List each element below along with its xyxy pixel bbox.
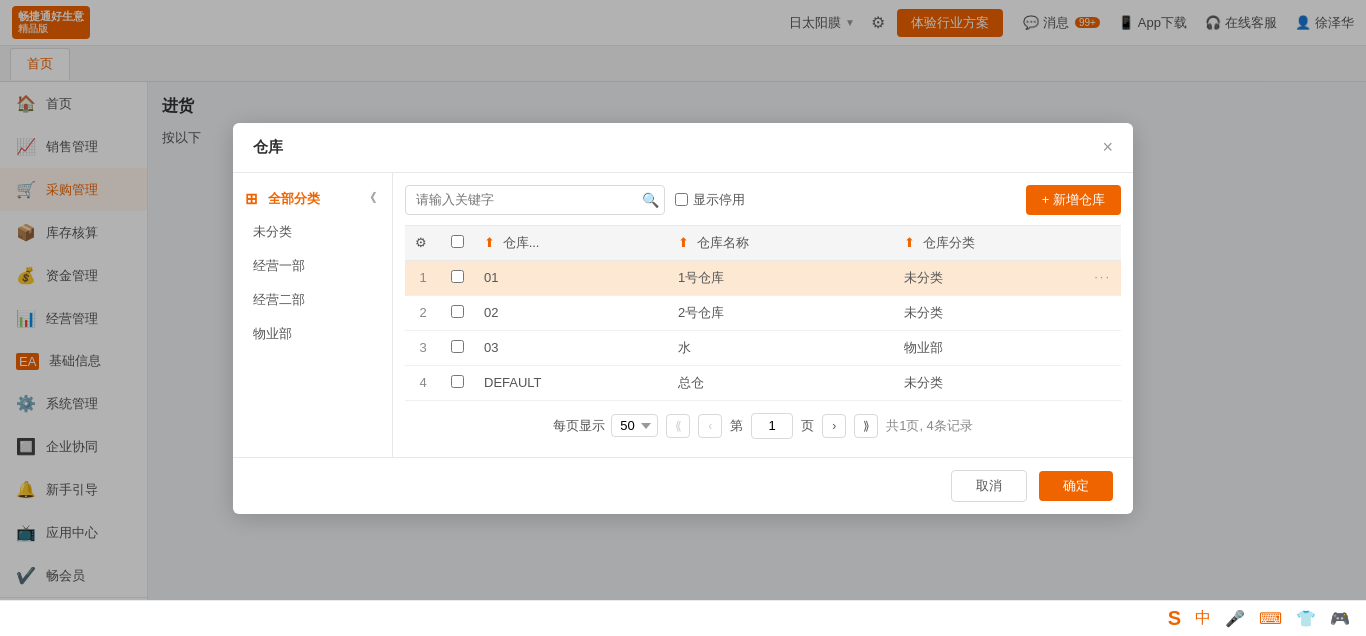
category-header-label: 全部分类 [268, 190, 320, 208]
grid-icon: ⊞ [245, 190, 258, 208]
keyboard-icon[interactable]: ⌨ [1259, 609, 1282, 628]
th-code: ⬆ 仓库... [474, 225, 668, 260]
show-disabled-toggle[interactable]: 显示停用 [675, 191, 745, 209]
row-2-name: 2号仓库 [668, 295, 895, 330]
row-3-checkbox[interactable] [441, 330, 474, 365]
table-row[interactable]: 2 02 2号仓库 未分类 [405, 295, 1121, 330]
row-3-num: 3 [405, 330, 441, 365]
page-next-button[interactable]: › [822, 414, 846, 438]
sogou-icon[interactable]: S [1168, 607, 1181, 630]
bottom-taskbar: S 中 🎤 ⌨ 👕 🎮 [0, 600, 1366, 636]
category-item-biz2[interactable]: 经营二部 [233, 283, 392, 317]
row-1-dots[interactable]: ··· [1094, 269, 1111, 284]
sort-icon-code: ⬆ [484, 235, 495, 250]
game-icon[interactable]: 🎮 [1330, 609, 1350, 628]
category-collapse-button[interactable]: 《 [360, 189, 380, 209]
category-item-biz1[interactable]: 经营一部 [233, 249, 392, 283]
row-4-category: 未分类 [894, 365, 1121, 400]
table-row[interactable]: 1 01 1号仓库 未分类 ··· [405, 260, 1121, 295]
skin-icon[interactable]: 👕 [1296, 609, 1316, 628]
page-first-button[interactable]: ⟪ [666, 414, 690, 438]
page-unit: 页 [801, 417, 814, 435]
category-header: ⊞ 全部分类 《 [233, 183, 392, 215]
row-1-name: 1号仓库 [668, 260, 895, 295]
row-4-cb[interactable] [451, 375, 464, 388]
modal-header: 仓库 × [233, 123, 1133, 173]
warehouse-table: ⚙ ⬆ 仓库... ⬆ 仓库名称 [405, 225, 1121, 401]
sort-icon-name: ⬆ [678, 235, 689, 250]
category-panel: ⊞ 全部分类 《 未分类 经营一部 经营二部 物业部 [233, 173, 393, 457]
th-gear: ⚙ [405, 225, 441, 260]
microphone-icon[interactable]: 🎤 [1225, 609, 1245, 628]
per-page-selector: 每页显示 50 [553, 414, 658, 437]
row-1-checkbox[interactable] [441, 260, 474, 295]
table-head: ⚙ ⬆ 仓库... ⬆ 仓库名称 [405, 225, 1121, 260]
page-last-button[interactable]: ⟫ [854, 414, 878, 438]
pagination-total: 共1页, 4条记录 [886, 417, 973, 435]
row-2-num: 2 [405, 295, 441, 330]
row-3-code: 03 [474, 330, 668, 365]
modal-footer: 取消 确定 [233, 457, 1133, 514]
row-4-checkbox[interactable] [441, 365, 474, 400]
sort-icon-category: ⬆ [904, 235, 915, 250]
modal-body: ⊞ 全部分类 《 未分类 经营一部 经营二部 物业部 [233, 173, 1133, 457]
show-disabled-label: 显示停用 [693, 191, 745, 209]
per-page-label: 每页显示 [553, 417, 605, 435]
row-1-code: 01 [474, 260, 668, 295]
row-4-num: 4 [405, 365, 441, 400]
row-2-category: 未分类 [894, 295, 1121, 330]
warehouse-modal: 仓库 × ⊞ 全部分类 《 未分类 经营一部 [233, 123, 1133, 514]
table-row[interactable]: 3 03 水 物业部 [405, 330, 1121, 365]
search-input[interactable] [405, 185, 665, 215]
row-2-checkbox[interactable] [441, 295, 474, 330]
add-warehouse-button[interactable]: + 新增仓库 [1026, 185, 1121, 215]
row-3-name: 水 [668, 330, 895, 365]
row-2-code: 02 [474, 295, 668, 330]
table-toolbar: 🔍 显示停用 + 新增仓库 [405, 185, 1121, 215]
row-4-name: 总仓 [668, 365, 895, 400]
show-disabled-checkbox[interactable] [675, 193, 688, 206]
modal-overlay: 仓库 × ⊞ 全部分类 《 未分类 经营一部 [0, 0, 1366, 636]
category-item-uncategorized[interactable]: 未分类 [233, 215, 392, 249]
confirm-button[interactable]: 确定 [1039, 471, 1113, 501]
row-1-cb[interactable] [451, 270, 464, 283]
row-1-category: 未分类 ··· [894, 260, 1121, 295]
row-3-cb[interactable] [451, 340, 464, 353]
per-page-select[interactable]: 50 [611, 414, 658, 437]
chinese-input-icon[interactable]: 中 [1195, 608, 1211, 629]
table-panel: 🔍 显示停用 + 新增仓库 ⚙ [393, 173, 1133, 457]
th-category: ⬆ 仓库分类 [894, 225, 1121, 260]
th-name: ⬆ 仓库名称 [668, 225, 895, 260]
page-label: 第 [730, 417, 743, 435]
modal-title: 仓库 [253, 138, 283, 157]
table-wrapper: ⚙ ⬆ 仓库... ⬆ 仓库名称 [405, 225, 1121, 401]
row-3-category: 物业部 [894, 330, 1121, 365]
search-input-wrap: 🔍 [405, 185, 665, 215]
cancel-button[interactable]: 取消 [951, 470, 1027, 502]
page-input[interactable] [751, 413, 793, 439]
th-checkbox [441, 225, 474, 260]
table-row[interactable]: 4 DEFAULT 总仓 未分类 [405, 365, 1121, 400]
pagination-bar: 每页显示 50 ⟪ ‹ 第 页 › ⟫ 共1页, 4条记录 [405, 401, 1121, 445]
select-all-checkbox[interactable] [451, 235, 464, 248]
row-4-code: DEFAULT [474, 365, 668, 400]
search-button[interactable]: 🔍 [642, 192, 659, 208]
row-1-num: 1 [405, 260, 441, 295]
table-body: 1 01 1号仓库 未分类 ··· 2 [405, 260, 1121, 400]
category-item-property[interactable]: 物业部 [233, 317, 392, 351]
page-prev-button[interactable]: ‹ [698, 414, 722, 438]
modal-close-button[interactable]: × [1102, 137, 1113, 158]
row-2-cb[interactable] [451, 305, 464, 318]
